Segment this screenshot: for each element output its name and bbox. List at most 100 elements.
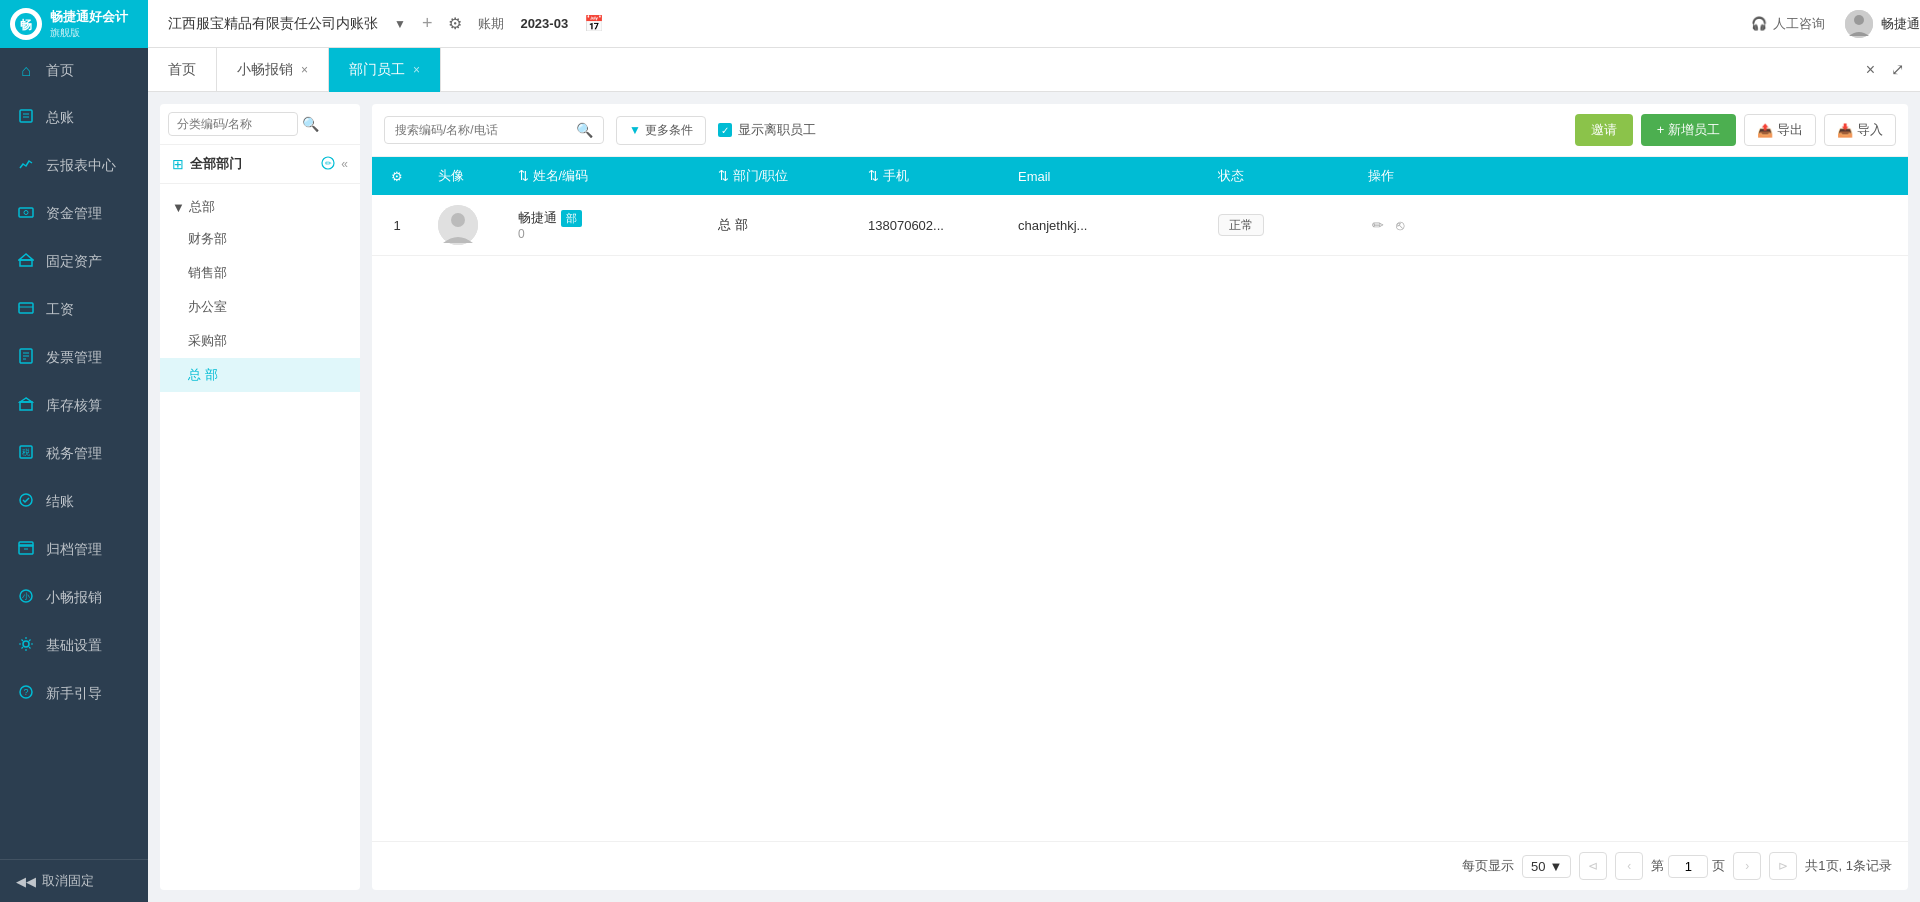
search-icon[interactable]: 🔍 [576, 122, 593, 138]
col-phone[interactable]: ⇅ 手机 [852, 157, 1002, 195]
page-first-btn[interactable]: ⊲ [1579, 852, 1607, 880]
svg-text:畅: 畅 [20, 18, 32, 32]
sidebar-item-home[interactable]: ⌂ 首页 [0, 48, 148, 94]
funds-icon [16, 204, 36, 224]
dept-edit-icon[interactable]: ✏ [321, 156, 335, 173]
sidebar-item-reports[interactable]: 云报表中心 [0, 142, 148, 190]
sidebar-item-funds[interactable]: 资金管理 [0, 190, 148, 238]
sidebar-item-label: 归档管理 [46, 541, 102, 559]
svg-point-8 [24, 211, 28, 215]
col-settings[interactable]: ⚙ [372, 157, 422, 195]
support-label: 人工咨询 [1773, 15, 1825, 33]
page-input[interactable] [1668, 855, 1708, 878]
row-phone: 138070602... [852, 195, 1002, 256]
sidebar-item-ledger[interactable]: 总账 [0, 94, 148, 142]
sidebar-item-archive[interactable]: 归档管理 [0, 526, 148, 574]
row-index: 1 [372, 195, 422, 256]
add-company-btn[interactable]: + [422, 13, 433, 34]
sidebar-item-label: 首页 [46, 62, 74, 80]
tab-expense-close[interactable]: × [301, 63, 308, 77]
collapse-icon[interactable]: « [341, 157, 348, 171]
employee-search-box[interactable]: 🔍 [384, 116, 604, 144]
page-last-btn[interactable]: ⊳ [1769, 852, 1797, 880]
sidebar-item-label: 新手引导 [46, 685, 102, 703]
svg-text:税: 税 [22, 448, 30, 457]
user-area[interactable]: 畅捷通 [1845, 10, 1920, 38]
import-icon: 📥 [1837, 123, 1853, 138]
page-info: 第 页 [1651, 855, 1725, 878]
tab-home[interactable]: 首页 [148, 48, 217, 92]
calendar-icon[interactable]: 📅 [584, 14, 604, 33]
employee-toolbar: 🔍 ▼ 更多条件 显示离职员工 邀请 + 新增员工 📤 [372, 104, 1908, 157]
invoice-icon [16, 348, 36, 368]
tab-department-close[interactable]: × [413, 63, 420, 77]
svg-rect-11 [19, 303, 33, 313]
dept-search-area: 🔍 [160, 104, 360, 145]
dept-item-purchase[interactable]: 采购部 [160, 324, 360, 358]
sidebar-item-guide[interactable]: ? 新手引导 [0, 670, 148, 718]
svg-point-33 [451, 213, 465, 227]
tab-expense[interactable]: 小畅报销 × [217, 48, 329, 92]
ledger-icon [16, 108, 36, 128]
tab-close-all-btn[interactable]: × [1862, 57, 1879, 83]
tab-expand-btn[interactable]: ⤢ [1887, 56, 1908, 83]
sidebar-item-label: 税务管理 [46, 445, 102, 463]
col-dept[interactable]: ⇅ 部门/职位 [702, 157, 852, 195]
tab-department[interactable]: 部门员工 × [329, 48, 441, 92]
sidebar-item-inventory[interactable]: 库存核算 [0, 382, 148, 430]
sidebar-item-close-account[interactable]: 结账 [0, 478, 148, 526]
sidebar-item-invoice[interactable]: 发票管理 [0, 334, 148, 382]
page-content: 🔍 ⊞ 全部部门 ✏ « ▼ 总部 财务部 销售部 [148, 92, 1920, 902]
invite-button[interactable]: 邀请 [1575, 114, 1633, 146]
col-name[interactable]: ⇅ 姓名/编码 [502, 157, 702, 195]
sidebar-item-salary[interactable]: 工资 [0, 286, 148, 334]
dept-item-finance[interactable]: 财务部 [160, 222, 360, 256]
export-button[interactable]: 📤 导出 [1744, 114, 1816, 146]
avatar [1845, 10, 1873, 38]
settings-icon[interactable]: ⚙ [448, 14, 462, 33]
sidebar-item-assets[interactable]: 固定资产 [0, 238, 148, 286]
svg-rect-23 [19, 542, 33, 546]
signout-icon[interactable]: ⎋ [1396, 217, 1404, 233]
company-dropdown-icon[interactable]: ▼ [394, 17, 406, 31]
dept-all-header[interactable]: ⊞ 全部部门 ✏ « [160, 145, 360, 184]
period-value: 2023-03 [520, 16, 568, 31]
content-area: 首页 小畅报销 × 部门员工 × × ⤢ 🔍 [148, 48, 1920, 902]
dept-group-headquarters[interactable]: ▼ 总部 [160, 192, 360, 222]
row-avatar [422, 195, 502, 256]
row-actions: ✏ ⎋ [1352, 195, 1908, 256]
sidebar-item-label: 工资 [46, 301, 74, 319]
col-status: 状态 [1202, 157, 1352, 195]
col-avatar: 头像 [422, 157, 502, 195]
page-next-btn[interactable]: › [1733, 852, 1761, 880]
dept-item-general[interactable]: 总 部 [160, 358, 360, 392]
svg-rect-17 [20, 402, 32, 410]
add-employee-button[interactable]: + 新增员工 [1641, 114, 1736, 146]
edit-icon[interactable]: ✏ [1372, 217, 1384, 233]
import-button[interactable]: 📥 导入 [1824, 114, 1896, 146]
dept-item-office[interactable]: 办公室 [160, 290, 360, 324]
dept-search-icon[interactable]: 🔍 [302, 116, 319, 132]
page-size-select[interactable]: 50 ▼ [1522, 855, 1571, 878]
support-button[interactable]: 🎧 人工咨询 [1751, 15, 1825, 33]
filter-button[interactable]: ▼ 更多条件 [616, 116, 706, 145]
page-prev-btn[interactable]: ‹ [1615, 852, 1643, 880]
show-resigned-checkbox[interactable] [718, 123, 732, 137]
svg-text:?: ? [23, 687, 28, 697]
dept-item-sales[interactable]: 销售部 [160, 256, 360, 290]
basic-settings-icon [16, 636, 36, 656]
sidebar-item-settings[interactable]: 基础设置 [0, 622, 148, 670]
dept-search-input[interactable] [168, 112, 298, 136]
sidebar-item-tax[interactable]: 税 税务管理 [0, 430, 148, 478]
assets-icon [16, 252, 36, 272]
logo: 畅 畅捷通好会计 旗舰版 [0, 0, 148, 48]
tax-icon: 税 [16, 444, 36, 464]
sidebar-item-label: 固定资产 [46, 253, 102, 271]
page-size-value: 50 [1531, 859, 1545, 874]
employee-search-input[interactable] [395, 123, 570, 137]
sidebar-item-label: 结账 [46, 493, 74, 511]
sidebar-item-expense[interactable]: 小 小畅报销 [0, 574, 148, 622]
svg-rect-9 [20, 260, 32, 266]
close-account-icon [16, 492, 36, 512]
cancel-fixed-btn[interactable]: ◀◀ 取消固定 [0, 859, 148, 902]
